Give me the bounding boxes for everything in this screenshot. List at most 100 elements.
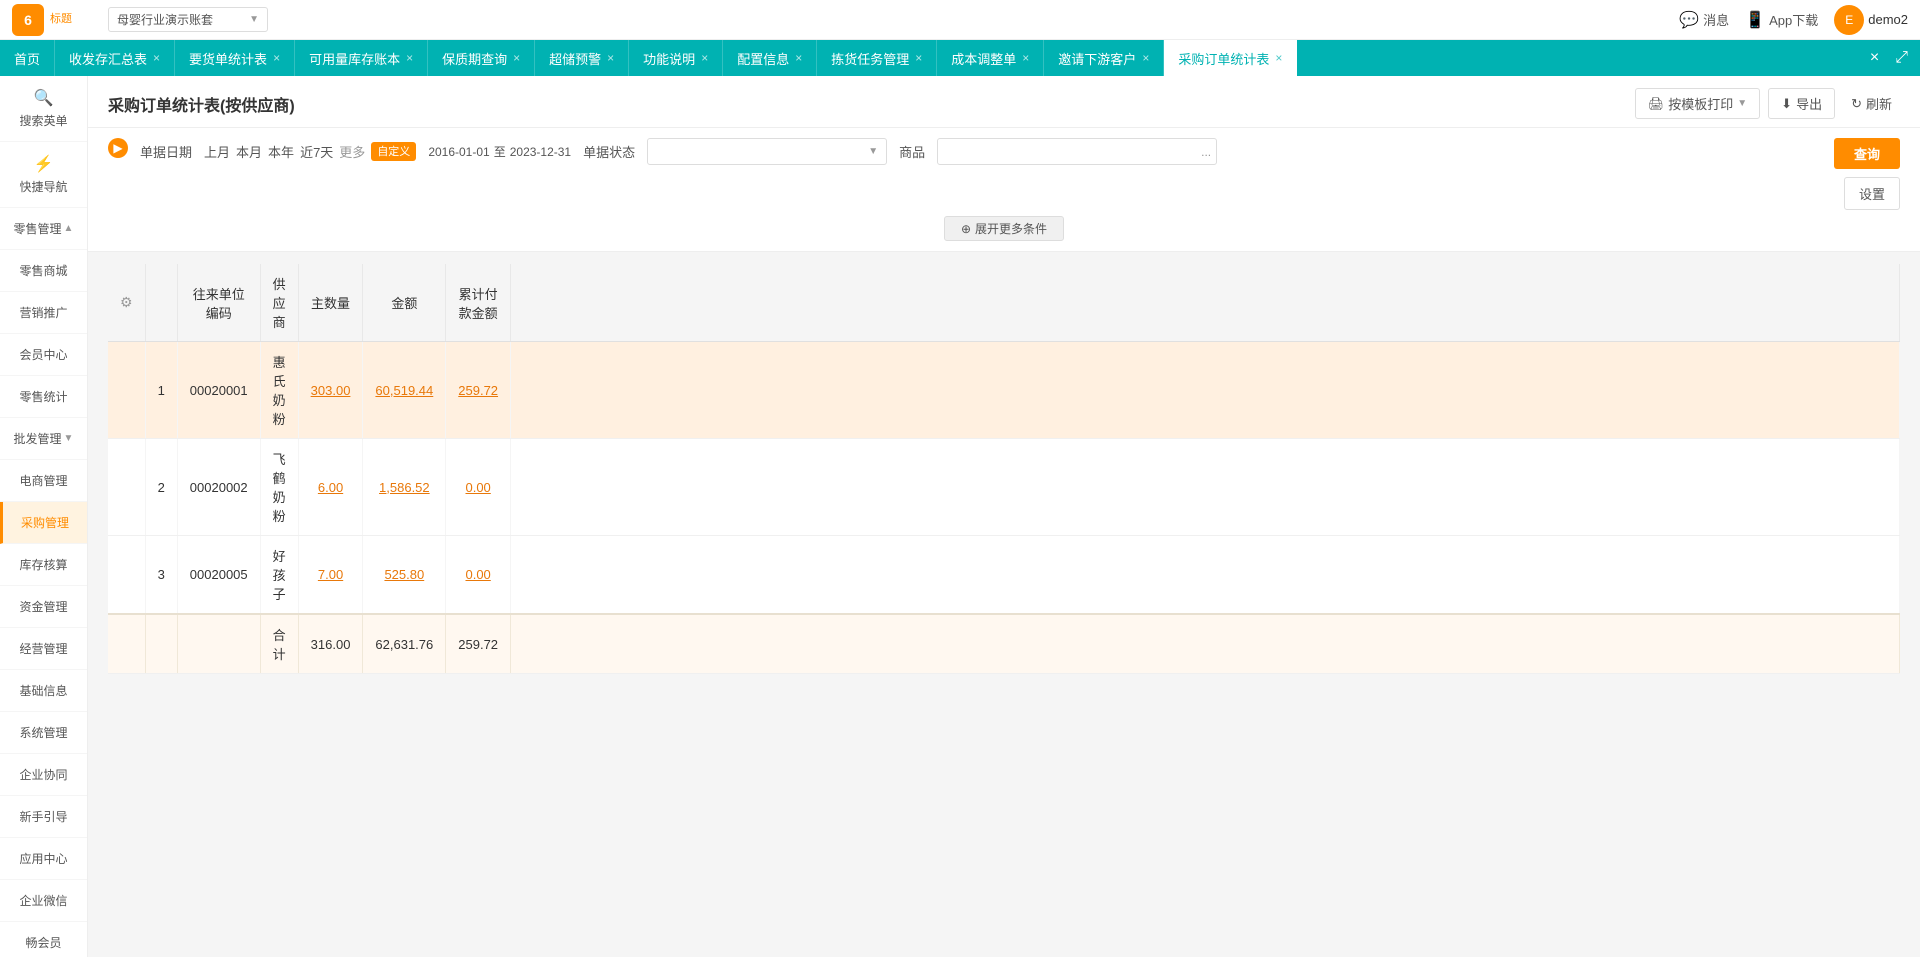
sidebar-item-member[interactable]: 会员中心 — [0, 334, 87, 376]
sidebar-item-base[interactable]: 基础信息 — [0, 670, 87, 712]
paid-link[interactable]: 0.00 — [465, 567, 490, 582]
refresh-button[interactable]: ↻ 刷新 — [1843, 89, 1900, 118]
content-area: 采购订单统计表(按供应商) 🖨 按模板打印 ▼ ⬇ 导出 ↻ 刷新 — [88, 76, 1920, 957]
tab-overstock[interactable]: 超储预警 × — [535, 40, 629, 76]
shortcut-this-month[interactable]: 本月 — [236, 142, 262, 161]
sidebar-item-retail-stat[interactable]: 零售统计 — [0, 376, 87, 418]
sidebar-item-stock[interactable]: 库存核算 — [0, 544, 87, 586]
query-button[interactable]: 查询 — [1834, 138, 1900, 169]
close-tab-warranty[interactable]: × — [513, 51, 520, 65]
message-button[interactable]: 💬 消息 — [1679, 10, 1729, 30]
batch-arrow-icon: ▼ — [64, 433, 74, 444]
close-tab-pick-task[interactable]: × — [915, 51, 922, 65]
tab-receive[interactable]: 收发存汇总表 × — [55, 40, 175, 76]
footer-empty3 — [177, 614, 260, 674]
close-tab-available-stock[interactable]: × — [406, 51, 413, 65]
print-button[interactable]: 🖨 按模板打印 ▼ — [1635, 88, 1760, 119]
tab-config[interactable]: 配置信息 × — [723, 40, 817, 76]
page-header: 采购订单统计表(按供应商) 🖨 按模板打印 ▼ ⬇ 导出 ↻ 刷新 — [88, 76, 1920, 128]
tab-home[interactable]: 首页 — [0, 40, 55, 76]
close-tab-overstock[interactable]: × — [607, 51, 614, 65]
tab-available-stock[interactable]: 可用量库存账本 × — [295, 40, 428, 76]
expand-window-button[interactable]: ⤢ — [1891, 45, 1912, 71]
filter-left: 单据日期 上月 本月 本年 近7天 更多 自定义 2016-01-01 至 20… — [140, 138, 1822, 165]
tab-purchase-stat[interactable]: 采购订单统计表 × — [1164, 40, 1297, 76]
column-settings-icon[interactable]: ⚙ — [120, 294, 133, 310]
close-all-tabs-button[interactable]: × — [1866, 45, 1883, 71]
table-row[interactable]: 3 00020005 好孩子 7.00 525.80 0.00 — [108, 536, 1900, 615]
expand-arrow-icon: ▲ — [64, 223, 74, 234]
close-tab-goods-stat[interactable]: × — [273, 51, 280, 65]
sidebar-item-system[interactable]: 系统管理 — [0, 712, 87, 754]
shortcut-last-month[interactable]: 上月 — [204, 142, 230, 161]
sidebar-item-new-guide[interactable]: 新手引导 — [0, 796, 87, 838]
sidebar-item-label: 企业协同 — [19, 766, 67, 783]
shortcut-7days[interactable]: 近7天 — [300, 142, 333, 161]
sidebar-item-member2[interactable]: 畅会员 — [0, 922, 87, 957]
sidebar-item-enterprise-wechat[interactable]: 企业微信 — [0, 880, 87, 922]
footer-main-qty: 316.00 — [298, 614, 363, 674]
table-row[interactable]: 1 00020001 惠氏奶粉 303.00 60,519.44 259.72 — [108, 342, 1900, 439]
status-select[interactable]: ▼ — [647, 138, 887, 165]
cell-supplier-code: 00020005 — [177, 536, 260, 615]
status-value — [656, 144, 660, 159]
sidebar-item-app-center[interactable]: 应用中心 — [0, 838, 87, 880]
user-area[interactable]: E demo2 — [1834, 5, 1908, 35]
footer-extra — [511, 614, 1900, 674]
workspace-selector[interactable]: 母婴行业演示账套 ▼ — [108, 7, 268, 32]
export-button[interactable]: ⬇ 导出 — [1768, 88, 1835, 119]
sidebar-item-marketing[interactable]: 营销推广 — [0, 292, 87, 334]
status-dropdown-arrow: ▼ — [868, 146, 878, 157]
amount-link[interactable]: 1,586.52 — [379, 480, 430, 495]
sidebar-item-ops[interactable]: 经营管理 — [0, 628, 87, 670]
qty-link[interactable]: 6.00 — [318, 480, 343, 495]
cell-main-qty: 303.00 — [298, 342, 363, 439]
close-tab-func-desc[interactable]: × — [701, 51, 708, 65]
custom-date-badge[interactable]: 自定义 — [371, 142, 416, 161]
th-settings: ⚙ — [108, 264, 145, 342]
tab-goods-stat[interactable]: 要货单统计表 × — [175, 40, 295, 76]
qty-link[interactable]: 7.00 — [318, 567, 343, 582]
sidebar-item-finance[interactable]: 资金管理 — [0, 586, 87, 628]
sidebar-item-enterprise[interactable]: 企业协同 — [0, 754, 87, 796]
close-tab-receive[interactable]: × — [153, 51, 160, 65]
tab-invite[interactable]: 邀请下游客户 × — [1044, 40, 1164, 76]
sidebar-item-search[interactable]: 🔍 搜索英单 — [0, 76, 87, 142]
expand-more-button[interactable]: ⊕ 展开更多条件 — [944, 216, 1064, 241]
sidebar-item-label: 畅会员 — [25, 934, 61, 951]
page-header-actions: 🖨 按模板打印 ▼ ⬇ 导出 ↻ 刷新 — [1635, 88, 1900, 119]
close-tab-invite[interactable]: × — [1142, 51, 1149, 65]
collapse-filter-button[interactable]: ▶ — [108, 138, 128, 158]
shortcut-more[interactable]: 更多 — [339, 142, 365, 161]
shortcut-this-year[interactable]: 本年 — [268, 142, 294, 161]
close-tab-cost-adjust[interactable]: × — [1022, 51, 1029, 65]
message-icon: 💬 — [1679, 10, 1699, 30]
sidebar-item-shortcut[interactable]: ⚡ 快捷导航 — [0, 142, 87, 208]
sidebar-item-retail-mall[interactable]: 零售商城 — [0, 250, 87, 292]
tab-pick-task[interactable]: 拣货任务管理 × — [817, 40, 937, 76]
goods-input-dots[interactable]: ... — [1201, 145, 1211, 159]
tab-func-desc[interactable]: 功能说明 × — [629, 40, 723, 76]
paid-link[interactable]: 0.00 — [465, 480, 490, 495]
app-download-button[interactable]: 📱 App下载 — [1745, 10, 1818, 30]
amount-link[interactable]: 60,519.44 — [375, 383, 433, 398]
cell-supplier-code: 00020002 — [177, 439, 260, 536]
workspace-dropdown-arrow: ▼ — [249, 14, 259, 25]
print-dropdown-arrow: ▼ — [1737, 98, 1747, 109]
tab-warranty[interactable]: 保质期查询 × — [428, 40, 535, 76]
goods-input[interactable] — [937, 138, 1217, 165]
footer-amount: 62,631.76 — [363, 614, 446, 674]
sidebar-item-purchase[interactable]: 采购管理 — [0, 502, 87, 544]
paid-link[interactable]: 259.72 — [458, 383, 498, 398]
table-row[interactable]: 2 00020002 飞鹤奶粉 6.00 1,586.52 0.00 — [108, 439, 1900, 536]
sidebar-item-label: 零售统计 — [19, 388, 67, 405]
setting-button[interactable]: 设置 — [1844, 177, 1900, 210]
close-tab-config[interactable]: × — [795, 51, 802, 65]
qty-link[interactable]: 303.00 — [311, 383, 351, 398]
close-tab-purchase-stat[interactable]: × — [1275, 51, 1282, 65]
amount-link[interactable]: 525.80 — [384, 567, 424, 582]
sidebar-item-batch[interactable]: 批发管理 ▼ — [0, 418, 87, 460]
sidebar-item-ecommerce[interactable]: 电商管理 — [0, 460, 87, 502]
tab-cost-adjust[interactable]: 成本调整单 × — [937, 40, 1044, 76]
sidebar-item-retail[interactable]: 零售管理 ▲ — [0, 208, 87, 250]
